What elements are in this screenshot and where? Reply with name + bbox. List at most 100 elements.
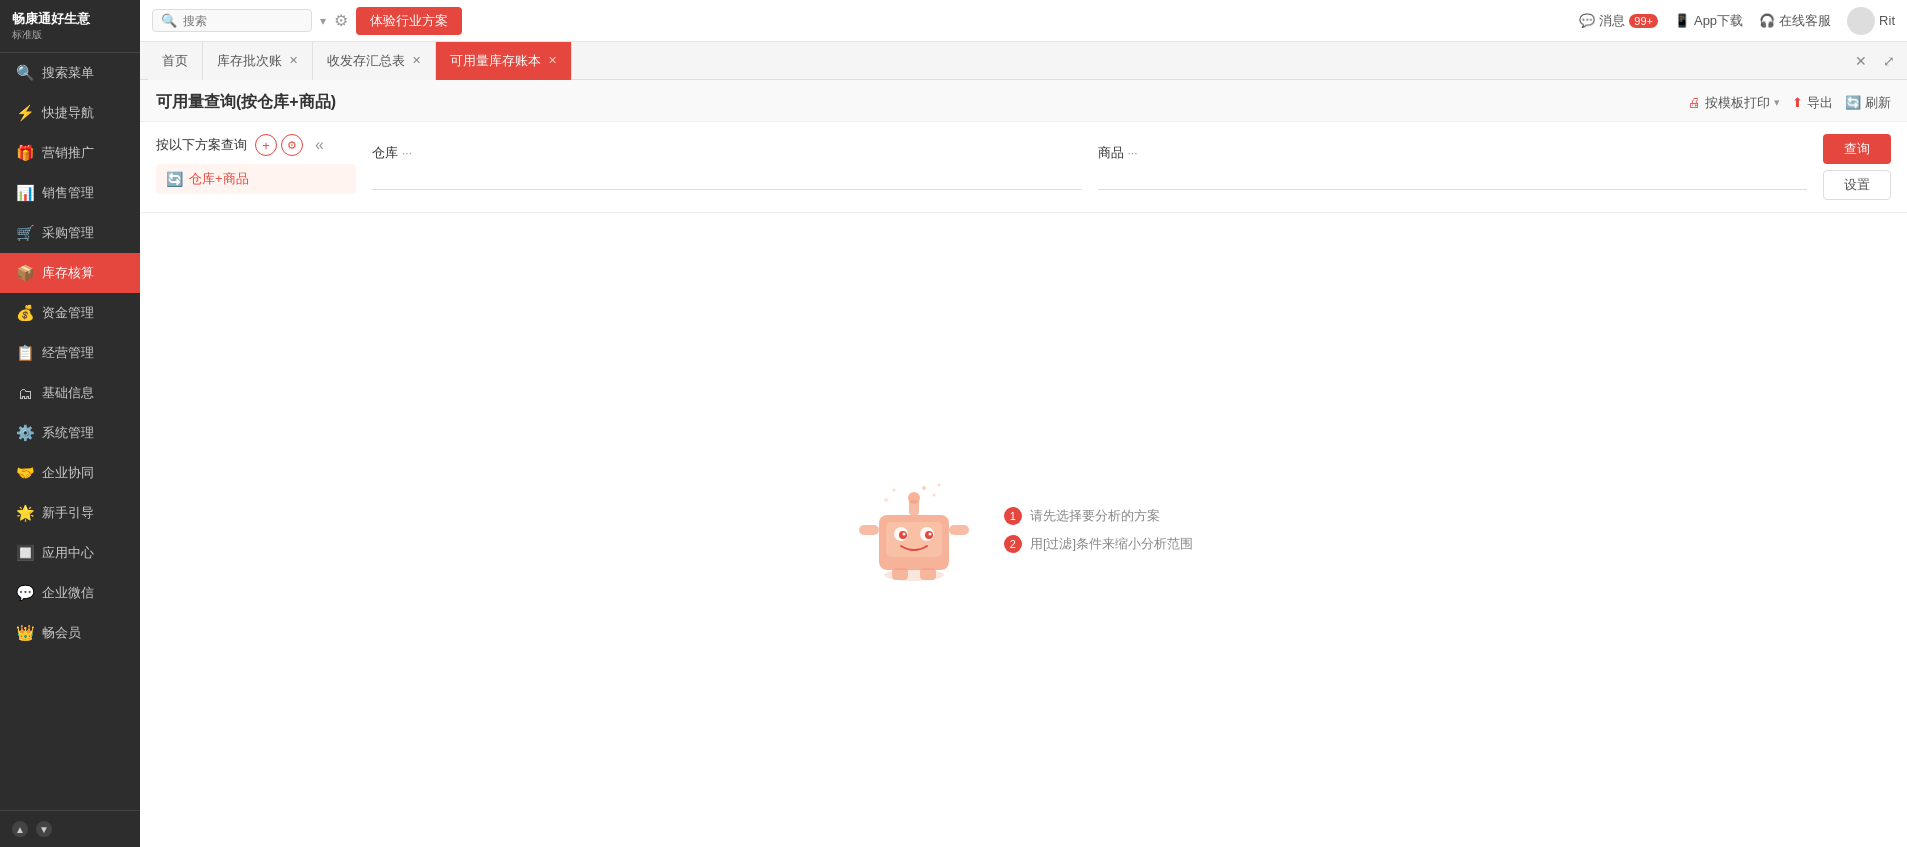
tab-available-ledger[interactable]: 可用量库存账本 ✕ [436, 42, 572, 80]
sidebar-item-basic[interactable]: 🗂基础信息 [0, 373, 140, 413]
shortcut-icon: ⚡ [16, 104, 34, 122]
svg-point-10 [908, 492, 920, 504]
topbar-search-box[interactable]: 🔍 [152, 9, 312, 32]
empty-tips: 1 请先选择要分析的方案 2 用[过滤]条件来缩小分析范围 [1004, 507, 1193, 553]
sidebar-item-shortcut[interactable]: ⚡ 快捷导航 [0, 93, 140, 133]
phone-icon: 📱 [1674, 13, 1690, 28]
warehouse-label-text: 仓库 [372, 144, 398, 162]
query-btns: 查询 设置 [1823, 134, 1891, 200]
gear-icon[interactable]: ⚙ [334, 11, 348, 30]
app-download-label: App下载 [1694, 12, 1743, 30]
svg-rect-12 [949, 525, 969, 535]
tip-text-1: 请先选择要分析的方案 [1030, 507, 1160, 525]
online-service-btn[interactable]: 🎧 在线客服 [1759, 12, 1831, 30]
refresh-icon: 🔄 [1845, 95, 1861, 110]
sidebar-item-member[interactable]: 👑畅会员 [0, 613, 140, 653]
query-left: 按以下方案查询 + ⚙ « 🔄 仓库+商品 [156, 134, 356, 194]
scroll-down-btn[interactable]: ▼ [36, 821, 52, 837]
tabbar-right: ✕ ⤢ [1851, 53, 1899, 69]
tab-available-ledger-close[interactable]: ✕ [548, 54, 557, 67]
tab-receipt-summary-label: 收发存汇总表 [327, 52, 405, 70]
goods-input[interactable] [1098, 166, 1808, 190]
tab-batch-ledger[interactable]: 库存批次账 ✕ [203, 42, 313, 80]
online-service-label: 在线客服 [1779, 12, 1831, 30]
export-btn[interactable]: ⬆ 导出 [1792, 94, 1833, 112]
user-menu[interactable]: Rit [1847, 7, 1895, 35]
system-icon: ⚙️ [16, 424, 34, 442]
industry-btn[interactable]: 体验行业方案 [356, 7, 462, 35]
sidebar-label-shortcut: 快捷导航 [42, 104, 94, 122]
operations-icon: 📋 [16, 344, 34, 362]
sidebar-item-appstore[interactable]: 🔲应用中心 [0, 533, 140, 573]
print-chevron-icon[interactable]: ▾ [1774, 96, 1780, 109]
sidebar-item-system[interactable]: ⚙️ 系统管理 [0, 413, 140, 453]
scheme-item-warehouse-goods[interactable]: 🔄 仓库+商品 [156, 164, 356, 194]
sidebar-label-marketing: 营销推广 [42, 144, 94, 162]
sidebar-item-guide[interactable]: 🌟新手引导 [0, 493, 140, 533]
warehouse-input[interactable] [372, 166, 1082, 190]
sidebar-item-inventory[interactable]: 📦库存核算 [0, 253, 140, 293]
print-btn[interactable]: 🖨 按模板打印 ▾ [1688, 94, 1780, 112]
add-scheme-btn[interactable]: + [255, 134, 277, 156]
svg-rect-11 [859, 525, 879, 535]
svg-point-15 [922, 486, 926, 490]
tab-receipt-summary-close[interactable]: ✕ [412, 54, 421, 67]
tab-receipt-summary[interactable]: 收发存汇总表 ✕ [313, 42, 436, 80]
sidebar-item-search[interactable]: 🔍搜索菜单 [0, 53, 140, 93]
sales-icon: 📊 [16, 184, 34, 202]
sidebar-label-guide: 新手引导 [42, 504, 94, 522]
version-badge: 标准版 [12, 28, 128, 42]
sidebar-item-wechat[interactable]: 💬企业微信 [0, 573, 140, 613]
enterprise-icon: 🤝 [16, 464, 34, 482]
sidebar-header: 畅康通好生意 标准版 [0, 0, 140, 53]
sidebar-item-enterprise[interactable]: 🤝企业协同 [0, 453, 140, 493]
tab-home[interactable]: 首页 [148, 42, 203, 80]
sidebar-item-finance[interactable]: 💰资金管理 [0, 293, 140, 333]
app-name: 畅康通好生意 [12, 10, 128, 28]
sidebar-item-sales[interactable]: 📊销售管理 [0, 173, 140, 213]
svg-point-7 [902, 533, 905, 536]
search-input[interactable] [183, 14, 303, 28]
query-btn[interactable]: 查询 [1823, 134, 1891, 164]
tab-batch-ledger-close[interactable]: ✕ [289, 54, 298, 67]
sidebar-label-system: 系统管理 [42, 424, 94, 442]
empty-state: 1 请先选择要分析的方案 2 用[过滤]条件来缩小分析范围 [140, 213, 1907, 847]
purchase-icon: 🛒 [16, 224, 34, 242]
sidebar-item-operations[interactable]: 📋经营管理 [0, 333, 140, 373]
warehouse-field: 仓库 ··· [372, 144, 1082, 190]
scheme-label: 按以下方案查询 [156, 136, 247, 154]
scroll-up-btn[interactable]: ▲ [12, 821, 28, 837]
tabbar: 首页 库存批次账 ✕ 收发存汇总表 ✕ 可用量库存账本 ✕ ✕ ⤢ [140, 42, 1907, 80]
sidebar-item-purchase[interactable]: 🛒 采购管理 [0, 213, 140, 253]
tip-num-1: 1 [1004, 507, 1022, 525]
settings-btn[interactable]: 设置 [1823, 170, 1891, 200]
app-download-btn[interactable]: 📱 App下载 [1674, 12, 1743, 30]
sidebar-label-purchase: 采购管理 [42, 224, 94, 242]
settings-scheme-btn[interactable]: ⚙ [281, 134, 303, 156]
marketing-icon: 🎁 [16, 144, 34, 162]
refresh-btn[interactable]: 🔄 刷新 [1845, 94, 1891, 112]
tab-close-all-btn[interactable]: ✕ [1851, 53, 1871, 69]
tip-num-2: 2 [1004, 535, 1022, 553]
basic-icon: 🗂 [16, 385, 34, 402]
inventory-icon: 📦 [16, 264, 34, 282]
collapse-scheme-btn[interactable]: « [311, 136, 328, 154]
sidebar-scroll: 🔍搜索菜单 ⚡ 快捷导航 🎁 营销推广 📊销售管理 🛒 采购管理 📦库存核算💰资金管理📋经营管理… [0, 53, 140, 810]
header-actions: 🖨 按模板打印 ▾ ⬆ 导出 🔄 刷新 [1688, 94, 1891, 112]
svg-point-16 [932, 494, 935, 497]
tab-expand-btn[interactable]: ⤢ [1879, 53, 1899, 69]
query-scheme-header: 按以下方案查询 + ⚙ « [156, 134, 356, 156]
sidebar-label-finance: 资金管理 [42, 304, 94, 322]
content: 可用量查询(按仓库+商品) 🖨 按模板打印 ▾ ⬆ 导出 🔄 刷新 [140, 80, 1907, 847]
member-icon: 👑 [16, 624, 34, 642]
messages-btn[interactable]: 💬 消息 99+ [1579, 12, 1658, 30]
chevron-down-icon[interactable]: ▾ [320, 14, 326, 28]
goods-more-icon[interactable]: ··· [1128, 146, 1138, 160]
sidebar-item-marketing[interactable]: 🎁 营销推广 [0, 133, 140, 173]
sidebar-bottom: ▲ ▼ [0, 810, 140, 847]
goods-field: 商品 ··· [1098, 144, 1808, 190]
warehouse-more-icon[interactable]: ··· [402, 146, 412, 160]
message-badge: 99+ [1629, 14, 1658, 28]
goods-label-text: 商品 [1098, 144, 1124, 162]
empty-tip-1: 1 请先选择要分析的方案 [1004, 507, 1193, 525]
